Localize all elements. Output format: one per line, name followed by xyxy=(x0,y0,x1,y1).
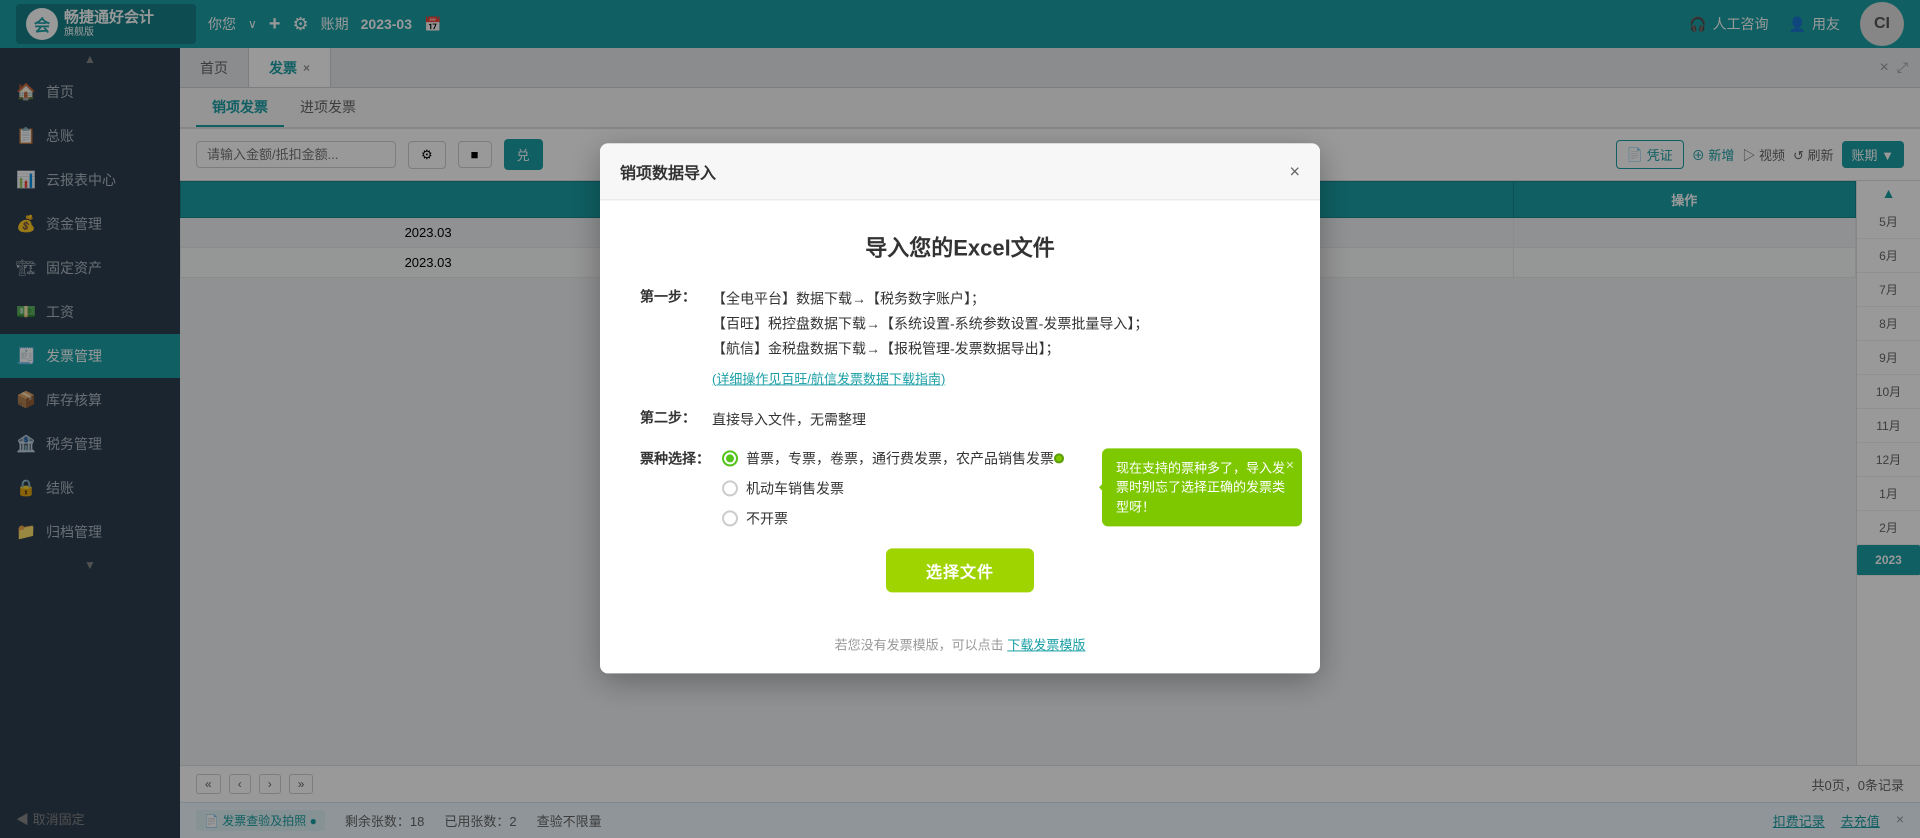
radio-item-none[interactable]: 不开票 xyxy=(722,508,1082,528)
import-modal: 销项数据导入 × 导入您的Excel文件 第一步： 【全电平台】数据下载→【税务… xyxy=(600,143,1320,673)
step1-line3: 【航信】金税盘数据下载→【报税管理-发票数据导出】； xyxy=(712,337,1148,362)
step1-line1: 【全电平台】数据下载→【税务数字账户】； xyxy=(712,286,1148,311)
ticket-row: 票种选择： 普票，专票，卷票，通行费发票，农产品销售发票 × 现在支持的票种多了… xyxy=(640,448,1280,528)
step1-content: 【全电平台】数据下载→【税务数字账户】； 【百旺】税控盘数据下载→【系统设置-系… xyxy=(712,286,1148,391)
modal-main-title: 导入您的Excel文件 xyxy=(640,230,1280,262)
tooltip-indicator-dot xyxy=(1054,453,1064,463)
select-file-button[interactable]: 选择文件 xyxy=(886,548,1034,592)
step1-label: 第一步： xyxy=(640,286,700,391)
download-template-link[interactable]: 下载发票模版 xyxy=(1007,637,1085,652)
step2-row: 第二步： 直接导入文件，无需整理 xyxy=(640,407,1280,432)
radio-dot-normal xyxy=(726,454,734,462)
ticket-label: 票种选择： xyxy=(640,448,710,468)
radio-item-motor[interactable]: 机动车销售发票 xyxy=(722,478,1082,498)
step2-label: 第二步： xyxy=(640,407,700,432)
radio-group: 普票，专票，卷票，通行费发票，农产品销售发票 × 现在支持的票种多了，导入发票时… xyxy=(722,448,1082,528)
step1-guide-link[interactable]: (详细操作见百旺/航信发票数据下载指南) xyxy=(712,371,945,386)
step2-content: 直接导入文件，无需整理 xyxy=(712,407,866,432)
radio-item-normal[interactable]: 普票，专票，卷票，通行费发票，农产品销售发票 × 现在支持的票种多了，导入发票时… xyxy=(722,448,1082,468)
modal-title: 销项数据导入 xyxy=(620,159,716,183)
modal-close-button[interactable]: × xyxy=(1289,162,1300,180)
modal-footer: 若您没有发票模版，可以点击 下载发票模版 xyxy=(600,622,1320,673)
step1-row: 第一步： 【全电平台】数据下载→【税务数字账户】； 【百旺】税控盘数据下载→【系… xyxy=(640,286,1280,391)
radio-circle-normal xyxy=(722,450,738,466)
radio-circle-motor xyxy=(722,480,738,496)
modal-body: 导入您的Excel文件 第一步： 【全电平台】数据下载→【税务数字账户】； 【百… xyxy=(600,200,1320,622)
tooltip-bubble: × 现在支持的票种多了，导入发票时别忘了选择正确的发票类型呀！ xyxy=(1102,448,1302,527)
tooltip-close-button[interactable]: × xyxy=(1286,454,1294,475)
modal-header: 销项数据导入 × xyxy=(600,143,1320,200)
step1-line2: 【百旺】税控盘数据下载→【系统设置-系统参数设置-发票批量导入】； xyxy=(712,312,1148,337)
radio-circle-none xyxy=(722,510,738,526)
